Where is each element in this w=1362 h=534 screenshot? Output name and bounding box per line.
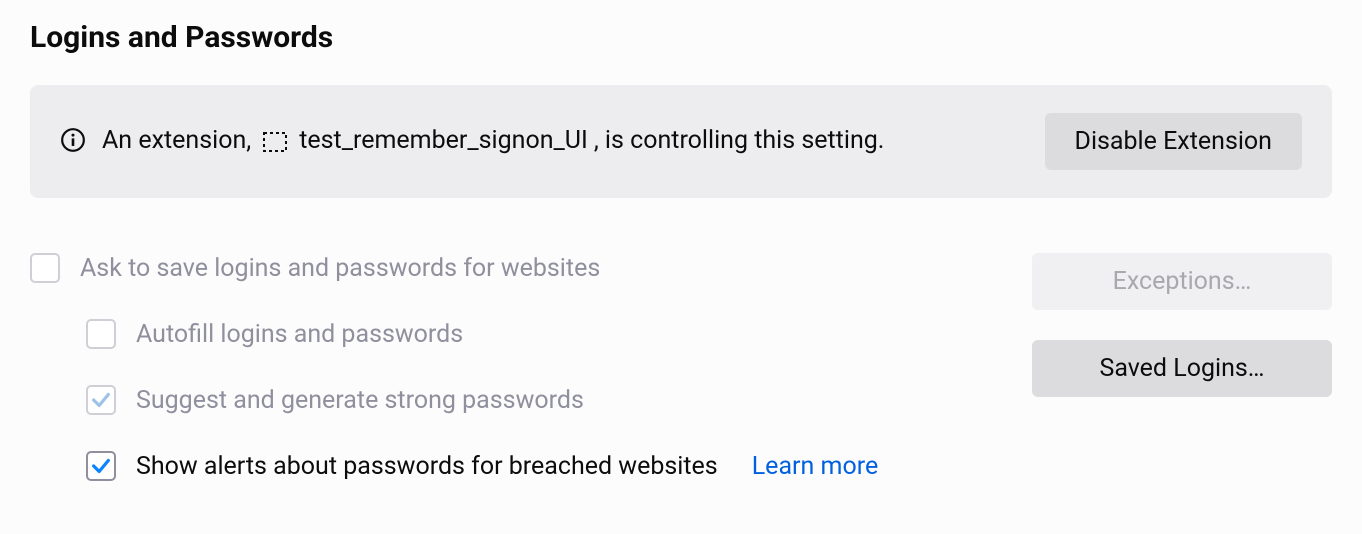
learn-more-link[interactable]: Learn more — [752, 452, 878, 481]
ask-save-label: Ask to save logins and passwords for web… — [80, 254, 600, 283]
info-icon — [60, 123, 86, 157]
saved-logins-button[interactable]: Saved Logins… — [1032, 340, 1332, 397]
ask-save-row: Ask to save logins and passwords for web… — [30, 253, 992, 283]
notice-text: An extension, test_remember_signon_UI, i… — [102, 123, 884, 159]
settings-body: Ask to save logins and passwords for web… — [30, 253, 1332, 481]
ask-save-checkbox — [30, 253, 60, 283]
breach-checkbox[interactable] — [86, 451, 116, 481]
suggest-row: Suggest and generate strong passwords — [86, 385, 992, 415]
suggest-label: Suggest and generate strong passwords — [136, 386, 584, 415]
suggest-checkbox — [86, 385, 116, 415]
notice-prefix: An extension, — [102, 123, 251, 159]
disable-extension-button[interactable]: Disable Extension — [1045, 113, 1302, 170]
extension-icon — [261, 128, 289, 156]
breach-row: Show alerts about passwords for breached… — [86, 451, 992, 481]
autofill-label: Autofill logins and passwords — [136, 320, 463, 349]
settings-left: Ask to save logins and passwords for web… — [30, 253, 992, 481]
autofill-row: Autofill logins and passwords — [86, 319, 992, 349]
settings-right: Exceptions… Saved Logins… — [1032, 253, 1332, 397]
notice-row: An extension, test_remember_signon_UI, i… — [60, 123, 1005, 159]
notice-suffix: , is controlling this setting. — [594, 123, 885, 159]
extension-notice: An extension, test_remember_signon_UI, i… — [30, 85, 1332, 198]
autofill-checkbox — [86, 319, 116, 349]
exceptions-button: Exceptions… — [1032, 253, 1332, 310]
extension-name: test_remember_signon_UI — [299, 123, 588, 159]
breach-label: Show alerts about passwords for breached… — [136, 452, 718, 481]
section-title: Logins and Passwords — [30, 20, 1332, 55]
